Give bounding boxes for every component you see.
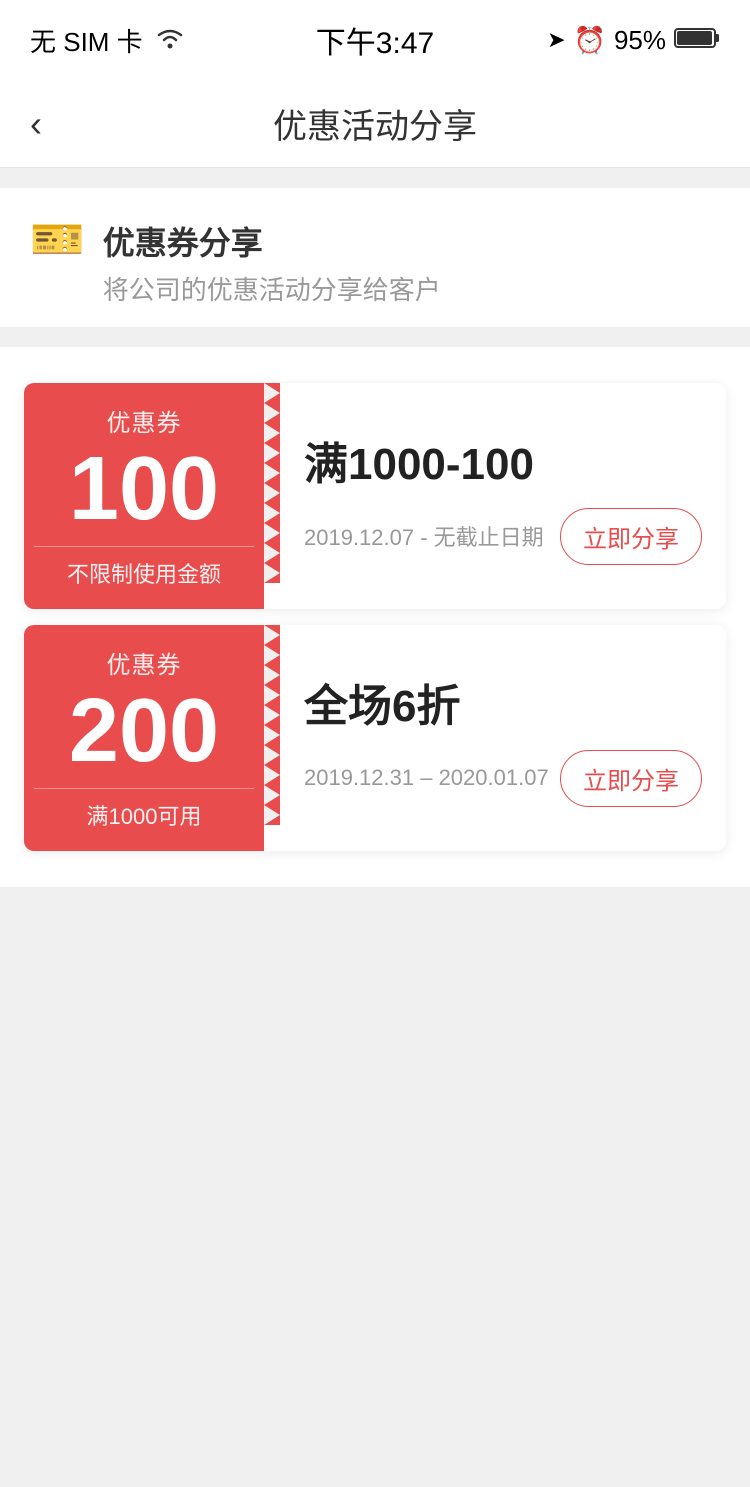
coupon-amount-1: 100	[69, 444, 219, 534]
coupon-restriction-2: 满1000可用	[34, 788, 254, 831]
coupon-restriction-1: 不限制使用金额	[34, 546, 254, 589]
nav-bar: ‹ 优惠活动分享	[0, 80, 750, 168]
section-icon: 🎫	[30, 218, 85, 262]
coupon-amount-2: 200	[69, 686, 219, 776]
carrier-label: 无 SIM 卡	[30, 22, 143, 59]
coupon-title-1: 满1000-100	[304, 428, 702, 492]
status-left: 无 SIM 卡	[30, 22, 185, 59]
section-header: 🎫 优惠券分享 将公司的优惠活动分享给客户	[0, 188, 750, 327]
coupon-stub-1: 优惠券 100 不限制使用金额	[24, 383, 264, 609]
coupon-stub-2: 优惠券 200 满1000可用	[24, 625, 264, 851]
section-subtitle: 将公司的优惠活动分享给客户	[103, 270, 441, 307]
coupon-card-2: 优惠券 200 满1000可用 全场6折 2019.12.31 – 2020.0…	[24, 625, 726, 851]
section-text: 优惠券分享 将公司的优惠活动分享给客户	[103, 218, 441, 307]
status-right: ➤ ⏰ 95%	[547, 25, 720, 56]
battery-label: 95%	[614, 25, 666, 56]
coupon-card: 优惠券 100 不限制使用金额 满1000-100 2019.12.07 - 无…	[24, 383, 726, 609]
coupon-title-2: 全场6折	[304, 670, 702, 734]
page-background	[0, 887, 750, 1487]
coupon-meta-2: 2019.12.31 – 2020.01.07 立即分享	[304, 750, 702, 807]
share-button-2[interactable]: 立即分享	[560, 750, 702, 807]
location-icon: ➤	[547, 27, 565, 53]
battery-icon	[674, 25, 720, 56]
status-time: 下午3:47	[316, 18, 434, 62]
section-title: 优惠券分享	[103, 218, 441, 264]
coupon-list: 优惠券 100 不限制使用金额 满1000-100 2019.12.07 - 无…	[0, 347, 750, 887]
coupon-meta-1: 2019.12.07 - 无截止日期 立即分享	[304, 508, 702, 565]
alarm-icon: ⏰	[574, 25, 606, 56]
status-bar: 无 SIM 卡 下午3:47 ➤ ⏰ 95%	[0, 0, 750, 80]
back-button[interactable]: ‹	[30, 103, 42, 145]
coupon-zigzag-1	[264, 383, 280, 583]
coupon-info-2: 全场6折 2019.12.31 – 2020.01.07 立即分享	[280, 625, 726, 851]
page-title: 优惠活动分享	[273, 99, 477, 148]
coupon-info-1: 满1000-100 2019.12.07 - 无截止日期 立即分享	[280, 383, 726, 609]
coupon-zigzag-2	[264, 625, 280, 825]
coupon-date-1: 2019.12.07 - 无截止日期	[304, 520, 544, 552]
coupon-date-2: 2019.12.31 – 2020.01.07	[304, 765, 549, 791]
coupon-stub-label-2: 优惠券	[107, 645, 182, 680]
wifi-icon	[155, 25, 185, 56]
coupon-stub-label-1: 优惠券	[107, 403, 182, 438]
share-button-1[interactable]: 立即分享	[560, 508, 702, 565]
